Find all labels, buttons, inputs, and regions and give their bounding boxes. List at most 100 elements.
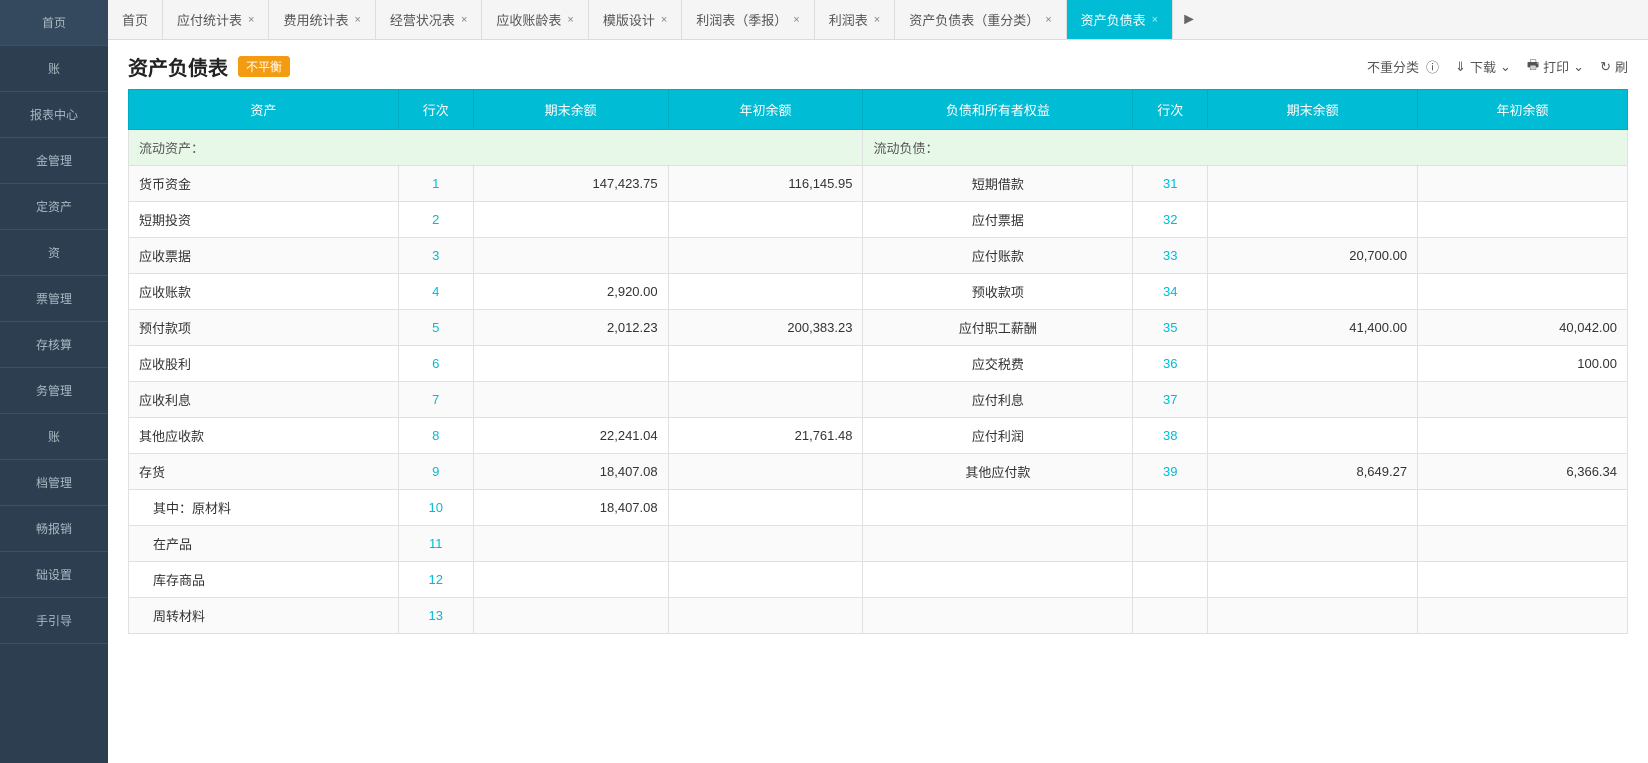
col-header-period-left: 期末余额	[473, 90, 668, 130]
close-tab-balance[interactable]: ×	[1152, 14, 1158, 26]
classify-button[interactable]: 不重分类 ⓘ	[1367, 57, 1439, 76]
tab-receivable-aging[interactable]: 应收账龄表 ×	[482, 0, 588, 40]
tab-profit-quarterly[interactable]: 利润表（季报） ×	[682, 0, 814, 40]
download-icon: ⇓	[1455, 59, 1466, 75]
tab-home[interactable]: 首页	[108, 0, 163, 40]
sidebar-item-archive[interactable]: 档管理	[0, 460, 108, 506]
tab-operations[interactable]: 经营状况表 ×	[376, 0, 482, 40]
cell-right-period	[1208, 598, 1418, 634]
cell-left-row: 2	[398, 202, 473, 238]
cell-right-row	[1133, 526, 1208, 562]
close-tab-expense-stats[interactable]: ×	[354, 14, 360, 26]
sidebar: 首页 账 报表中心 金管理 定资产 资 票管理 存核算 务管理 账 档管理 畅报…	[0, 0, 108, 763]
sidebar-item-expense[interactable]: 畅报销	[0, 506, 108, 552]
sidebar-item-reports[interactable]: 报表中心	[0, 92, 108, 138]
cell-left-label: 预付款项	[129, 310, 399, 346]
sidebar-item-inventory[interactable]: 存核算	[0, 322, 108, 368]
col-header-year-left: 年初余额	[668, 90, 863, 130]
cell-left-year	[668, 598, 863, 634]
cell-right-label	[863, 598, 1133, 634]
section-right-label: 流动负债：	[863, 130, 1628, 166]
sidebar-item-finance[interactable]: 金管理	[0, 138, 108, 184]
main-content: 首页 应付统计表 × 费用统计表 × 经营状况表 × 应收账龄表 × 模版设计 …	[108, 0, 1648, 763]
table-row: 货币资金 1 147,423.75 116,145.95 短期借款 31	[129, 166, 1628, 202]
cell-right-period	[1208, 382, 1418, 418]
cell-left-period: 18,407.08	[473, 454, 668, 490]
cell-right-year	[1418, 526, 1628, 562]
cell-right-row: 35	[1133, 310, 1208, 346]
tab-balance[interactable]: 资产负债表 ×	[1067, 0, 1173, 40]
cell-left-row: 13	[398, 598, 473, 634]
cell-left-label: 应收票据	[129, 238, 399, 274]
close-tab-payable-stats[interactable]: ×	[248, 14, 254, 26]
download-button[interactable]: ⇓ 下载 ⌄	[1455, 57, 1511, 76]
close-tab-template-design[interactable]: ×	[661, 14, 667, 26]
print-button[interactable]: 🖶 打印 ⌄	[1527, 56, 1584, 78]
cell-right-period: 20,700.00	[1208, 238, 1418, 274]
table-row: 其中：原材料 10 18,407.08	[129, 490, 1628, 526]
sidebar-item-settings[interactable]: 础设置	[0, 552, 108, 598]
cell-right-year	[1418, 598, 1628, 634]
cell-left-period: 22,241.04	[473, 418, 668, 454]
help-icon: ⓘ	[1426, 57, 1439, 76]
cell-right-row	[1133, 562, 1208, 598]
cell-left-label: 周转材料	[129, 598, 399, 634]
cell-left-row: 8	[398, 418, 473, 454]
cell-right-label	[863, 526, 1133, 562]
cell-right-year	[1418, 562, 1628, 598]
cell-left-label: 货币资金	[129, 166, 399, 202]
col-header-year-right: 年初余额	[1418, 90, 1628, 130]
cell-left-period	[473, 238, 668, 274]
cell-right-period	[1208, 346, 1418, 382]
close-tab-profit-quarterly[interactable]: ×	[793, 14, 799, 26]
sidebar-item-guide[interactable]: 手引导	[0, 598, 108, 644]
sidebar-item-home[interactable]: 首页	[0, 0, 108, 46]
cell-left-row: 5	[398, 310, 473, 346]
print-icon: 🖶	[1527, 56, 1539, 78]
close-tab-profit[interactable]: ×	[874, 14, 880, 26]
unbalanced-badge: 不平衡	[238, 56, 290, 77]
table-container: 资产 行次 期末余额 年初余额 负债和所有者权益 行次 期末余额 年初余额 流动…	[108, 89, 1648, 763]
header-actions: 不重分类 ⓘ ⇓ 下载 ⌄ 🖶 打印 ⌄ ↻ 刷	[1367, 56, 1628, 78]
refresh-button[interactable]: ↻ 刷	[1600, 57, 1628, 76]
cell-right-period	[1208, 418, 1418, 454]
sidebar-item-ledger[interactable]: 账	[0, 414, 108, 460]
cell-left-year	[668, 238, 863, 274]
cell-left-year	[668, 202, 863, 238]
tab-expense-stats[interactable]: 费用统计表 ×	[269, 0, 375, 40]
cell-right-year	[1418, 490, 1628, 526]
cell-right-label: 预收款项	[863, 274, 1133, 310]
sidebar-item-assets[interactable]: 定资产	[0, 184, 108, 230]
sidebar-item-affairs[interactable]: 务管理	[0, 368, 108, 414]
sidebar-item-tickets[interactable]: 票管理	[0, 276, 108, 322]
cell-left-label: 其中：原材料	[129, 490, 399, 526]
close-tab-balance-reclassified[interactable]: ×	[1045, 14, 1051, 26]
section-left-label: 流动资产：	[129, 130, 863, 166]
cell-right-label	[863, 562, 1133, 598]
cell-right-year	[1418, 418, 1628, 454]
sidebar-item-account[interactable]: 账	[0, 46, 108, 92]
cell-left-period	[473, 382, 668, 418]
cell-right-year	[1418, 238, 1628, 274]
tab-scroll-right[interactable]: ►	[1173, 11, 1205, 29]
cell-right-row: 38	[1133, 418, 1208, 454]
cell-right-label: 应付利息	[863, 382, 1133, 418]
close-tab-receivable-aging[interactable]: ×	[567, 14, 573, 26]
tab-profit[interactable]: 利润表 ×	[815, 0, 895, 40]
sidebar-item-capital[interactable]: 资	[0, 230, 108, 276]
cell-left-period: 2,920.00	[473, 274, 668, 310]
cell-right-label: 其他应付款	[863, 454, 1133, 490]
cell-right-row: 31	[1133, 166, 1208, 202]
cell-left-year	[668, 562, 863, 598]
tab-template-design[interactable]: 模版设计 ×	[589, 0, 682, 40]
tab-balance-reclassified[interactable]: 资产负债表（重分类） ×	[895, 0, 1066, 40]
cell-left-row: 9	[398, 454, 473, 490]
print-chevron-icon: ⌄	[1573, 59, 1584, 75]
close-tab-operations[interactable]: ×	[461, 14, 467, 26]
cell-right-row	[1133, 490, 1208, 526]
col-header-period-right: 期末余额	[1208, 90, 1418, 130]
cell-left-row: 10	[398, 490, 473, 526]
tab-payable-stats[interactable]: 应付统计表 ×	[163, 0, 269, 40]
table-row: 短期投资 2 应付票据 32	[129, 202, 1628, 238]
cell-left-label: 存货	[129, 454, 399, 490]
